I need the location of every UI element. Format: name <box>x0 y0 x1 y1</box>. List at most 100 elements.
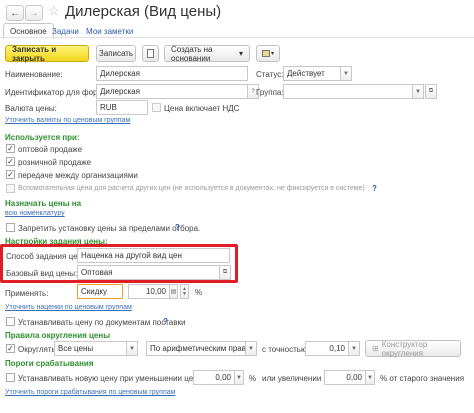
increase-unit: % от старого значения <box>380 374 465 383</box>
thresholds-groups-link[interactable]: Уточнить пороги срабатывания по ценовым … <box>5 389 175 396</box>
chevron-down-icon: ▾ <box>270 51 274 57</box>
chevron-down-icon: ▼ <box>415 88 421 95</box>
chevron-down-icon: ▾ <box>238 49 243 58</box>
status-select[interactable]: Действует <box>283 66 341 81</box>
base-price-label: Базовый вид цены: <box>6 269 78 278</box>
round-scope-select[interactable]: Все цены <box>54 341 127 356</box>
favorite-star-icon[interactable]: ☆ <box>48 3 60 19</box>
method-select[interactable]: Наценка на другой вид цен <box>77 248 230 263</box>
document-button[interactable] <box>142 45 159 62</box>
currency-label: Валюта цены: <box>5 104 57 113</box>
checkmark-icon: ✓ <box>7 156 14 166</box>
assign-title: Назначать цены на <box>5 199 82 208</box>
formula-id-field[interactable]: Дилерская <box>96 84 248 99</box>
rounding-constructor-button[interactable]: ⊞ Конструктор округления <box>365 339 461 358</box>
currency-groups-link[interactable]: Уточнить валюты по ценовым группам <box>5 117 130 124</box>
decrease-unit: % <box>249 374 257 383</box>
create-based-on-button[interactable]: Создать на основании ▾ <box>164 44 250 63</box>
vat-label: Цена включает НДС <box>164 104 240 113</box>
stepper-down-icon: ▼ <box>182 290 187 297</box>
base-price-field[interactable]: Оптовая <box>77 265 220 280</box>
rounding-constructor-label: Конструктор округления <box>381 339 428 358</box>
precision-dropdown[interactable]: ▼ <box>348 341 360 356</box>
round-checkbox[interactable]: ✓ <box>6 344 15 353</box>
tab-tasks[interactable]: Задачи <box>52 27 79 36</box>
currency-field[interactable]: RUB <box>96 100 148 115</box>
chevron-down-icon: ▼ <box>248 345 254 352</box>
decrease-field[interactable]: 0,00 <box>193 370 235 385</box>
increase-dropdown[interactable]: ▼ <box>365 370 375 385</box>
increase-field[interactable]: 0,00 <box>324 370 366 385</box>
all-nomenclature-link[interactable]: всю номенклатуру <box>5 210 65 217</box>
print-icon <box>261 50 270 57</box>
transfer-checkbox[interactable]: ✓ <box>6 170 15 179</box>
apply-select[interactable]: Скидку <box>77 284 123 299</box>
apply-amount-field[interactable]: 10,00 <box>128 284 170 299</box>
forbid-outside-help-icon[interactable]: ? <box>175 223 180 232</box>
aux-price-checkbox[interactable] <box>6 184 15 193</box>
decrease-dropdown[interactable]: ▼ <box>234 370 244 385</box>
vat-checkbox[interactable] <box>152 103 161 112</box>
apply-amount-menu-button[interactable]: ▤ <box>169 284 178 299</box>
apply-amount-stepper[interactable]: ▲ ▼ <box>180 284 189 299</box>
precision-field[interactable]: 0,10 <box>305 341 349 356</box>
aux-price-label: Вспомогательная цена для расчета других … <box>18 185 365 192</box>
apply-unit: % <box>195 288 203 297</box>
wholesale-label: оптовой продаже <box>18 145 83 154</box>
markups-groups-link[interactable]: Уточнить наценки по ценовым группам <box>5 304 132 311</box>
save-button[interactable]: Записать <box>96 45 136 62</box>
by-supply-docs-label: Устанавливать цену по документам поставк… <box>18 318 186 327</box>
status-label: Статус: <box>256 70 284 79</box>
by-supply-docs-checkbox[interactable] <box>6 317 15 326</box>
chevron-down-icon: ▼ <box>367 374 373 381</box>
constructor-icon: ⊞ <box>372 344 379 353</box>
checkmark-icon: ✓ <box>7 343 14 353</box>
round-scope-dropdown[interactable]: ▼ <box>126 341 138 356</box>
base-price-open-button[interactable]: ⧉ <box>219 265 231 280</box>
round-label: Округлять: <box>18 345 58 354</box>
group-field[interactable] <box>283 84 413 99</box>
retail-checkbox[interactable]: ✓ <box>6 157 15 166</box>
name-field[interactable]: Дилерская <box>96 66 248 81</box>
chevron-down-icon: ▼ <box>343 70 349 77</box>
precision-label: с точностью: <box>262 345 310 354</box>
tab-notes[interactable]: Мои заметки <box>86 27 133 36</box>
retail-label: розничной продаже <box>18 158 92 167</box>
arrow-left-icon: ← <box>10 7 20 19</box>
rounding-title: Правила округления цены <box>5 331 111 340</box>
aux-price-help-icon[interactable]: ? <box>372 184 377 193</box>
open-icon: ⧉ <box>428 88 434 94</box>
wholesale-checkbox[interactable]: ✓ <box>6 144 15 153</box>
status-dropdown-button[interactable]: ▼ <box>340 66 352 81</box>
question-icon: ? <box>251 88 255 95</box>
back-button[interactable]: ← <box>6 5 24 21</box>
group-dropdown-button[interactable]: ▼ <box>412 84 424 99</box>
forward-button[interactable]: → <box>25 5 43 21</box>
create-based-on-label: Создать на основании <box>171 44 213 63</box>
arrow-right-icon: → <box>29 7 39 19</box>
checkmark-icon: ✓ <box>7 143 14 153</box>
thresholds-title: Пороги срабатывания <box>5 359 94 368</box>
group-open-button[interactable]: ⧉ <box>425 84 437 99</box>
transfer-label: передаче между организациями <box>18 171 138 180</box>
chevron-down-icon: ▼ <box>236 374 242 381</box>
chevron-down-icon: ▼ <box>351 345 357 352</box>
open-icon: ⧉ <box>222 269 228 275</box>
checkmark-icon: ✓ <box>7 169 14 179</box>
page-title: Дилерская (Вид цены) <box>65 3 222 20</box>
threshold-label: Устанавливать новую цену при уменьшении … <box>18 374 217 383</box>
print-menu-button[interactable]: ▾ <box>256 45 280 62</box>
round-rule-dropdown[interactable]: ▼ <box>245 341 257 356</box>
name-label: Наименование: <box>5 70 63 79</box>
chevron-down-icon: ▼ <box>129 345 135 352</box>
used-when-title: Используется при: <box>5 133 80 142</box>
apply-label: Применять: <box>5 289 49 298</box>
document-icon <box>147 49 154 58</box>
round-rule-select[interactable]: По арифметическим правилам <box>146 341 246 356</box>
threshold-checkbox[interactable] <box>6 373 15 382</box>
forbid-outside-label: Запретить установку цены за пределами от… <box>18 224 201 233</box>
group-label: Группа: <box>256 88 284 97</box>
forbid-outside-checkbox[interactable] <box>6 223 15 232</box>
by-supply-docs-help-icon[interactable]: ? <box>163 317 168 326</box>
save-and-close-button[interactable]: Записать и закрыть <box>5 45 89 63</box>
